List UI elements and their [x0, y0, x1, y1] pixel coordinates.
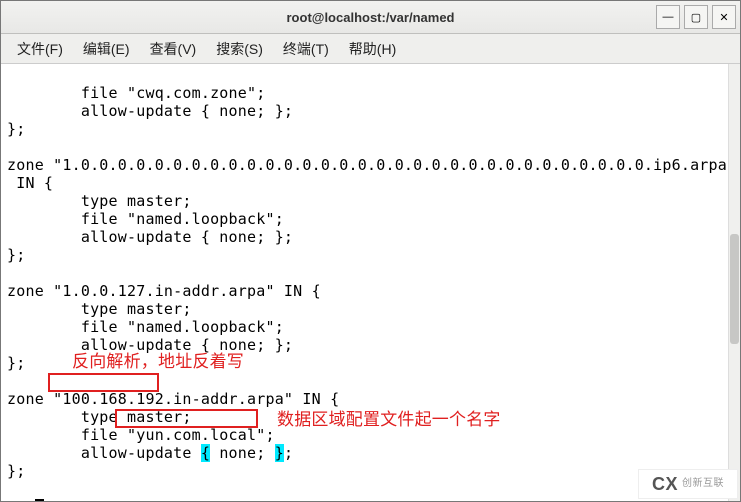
code-line: type master;	[7, 192, 192, 210]
code-line: file "cwq.com.zone";	[7, 84, 265, 102]
code-line: allow-update { none; };	[7, 336, 293, 354]
code-line: type master;	[7, 300, 192, 318]
code-line: zone "1.0.0.0.0.0.0.0.0.0.0.0.0.0.0.0.0.…	[7, 156, 736, 174]
terminal-window: root@localhost:/var/named — ▢ ✕ 文件(F) 编辑…	[0, 0, 741, 502]
code-line: allow-update { none; };	[7, 228, 293, 246]
scrollbar[interactable]	[728, 64, 740, 501]
code-line: zone "1.0.0.127.in-addr.arpa" IN {	[7, 282, 321, 300]
maximize-button[interactable]: ▢	[684, 5, 708, 29]
minimize-button[interactable]: —	[656, 5, 680, 29]
brace-highlight-close: }	[275, 444, 284, 462]
code-line: IN {	[7, 174, 53, 192]
menu-terminal[interactable]: 终端(T)	[273, 35, 339, 63]
menu-file[interactable]: 文件(F)	[7, 35, 73, 63]
text-cursor	[35, 499, 44, 501]
menubar: 文件(F) 编辑(E) 查看(V) 搜索(S) 终端(T) 帮助(H)	[1, 34, 740, 64]
window-title: root@localhost:/var/named	[1, 10, 740, 25]
menu-view[interactable]: 查看(V)	[140, 35, 207, 63]
menu-search[interactable]: 搜索(S)	[206, 35, 273, 63]
annotation-reverse-dns: 反向解析，地址反着写	[72, 353, 244, 371]
scrollbar-thumb[interactable]	[730, 234, 739, 344]
code-line: file "named.loopback";	[7, 210, 284, 228]
vim-command-line: :wq	[7, 498, 44, 501]
code-line: allow-update { none; };	[7, 102, 293, 120]
code-line: };	[7, 246, 25, 264]
menu-edit[interactable]: 编辑(E)	[73, 35, 140, 63]
watermark: CX 创新互联	[638, 469, 738, 499]
brace-highlight-open: {	[201, 444, 210, 462]
window-controls: — ▢ ✕	[656, 5, 736, 29]
code-line: file "yun.com.local";	[7, 426, 275, 444]
watermark-logo: CX	[652, 475, 678, 493]
code-line: file "named.loopback";	[7, 318, 284, 336]
code-line: zone "100.168.192.in-addr.arpa" IN {	[7, 390, 339, 408]
code-line: };	[7, 354, 25, 372]
code-line: };	[7, 462, 25, 480]
close-button[interactable]: ✕	[712, 5, 736, 29]
menu-help[interactable]: 帮助(H)	[339, 35, 406, 63]
terminal-content[interactable]: file "cwq.com.zone"; allow-update { none…	[1, 64, 740, 501]
code-line: allow-update { none; };	[7, 444, 293, 462]
annotation-zone-file: 数据区域配置文件起一个名字	[277, 411, 501, 429]
code-line: type master;	[7, 408, 192, 426]
titlebar: root@localhost:/var/named — ▢ ✕	[1, 1, 740, 34]
watermark-text: 创新互联	[682, 475, 724, 493]
code-line: };	[7, 120, 25, 138]
